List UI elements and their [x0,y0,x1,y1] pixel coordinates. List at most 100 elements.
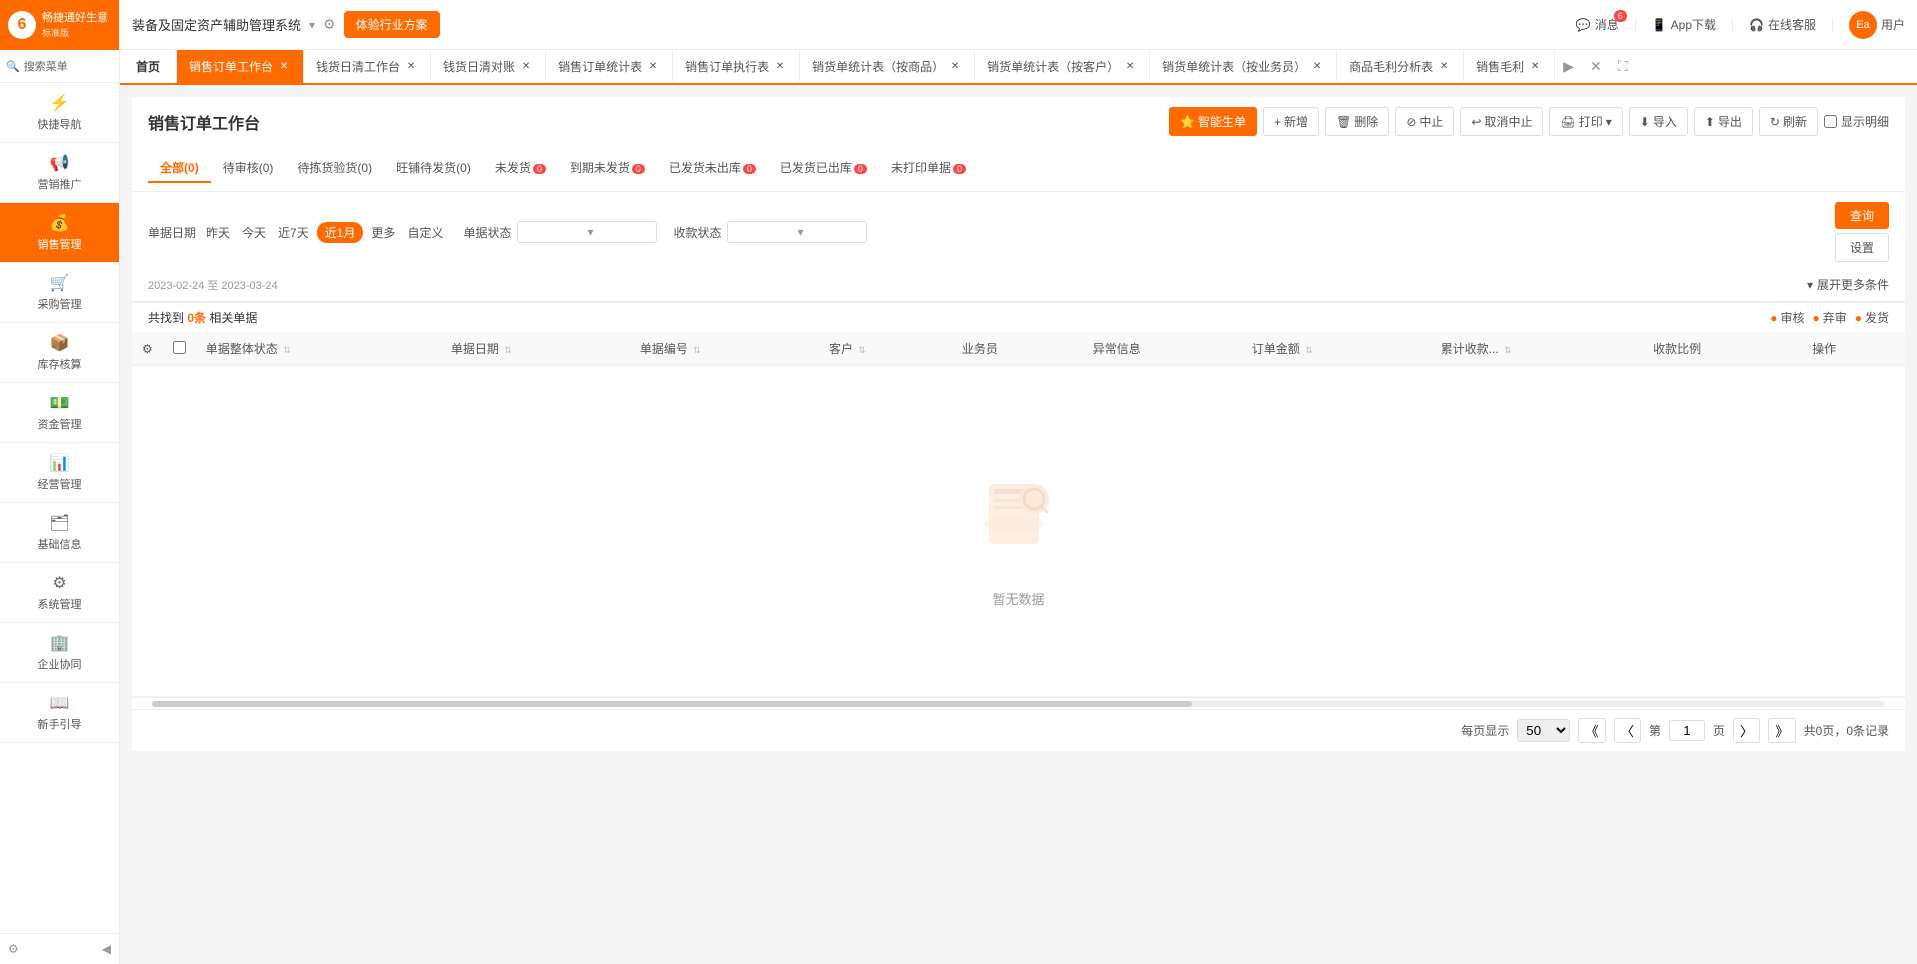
sidebar-item-marketing[interactable]: 📢 营销推广 [0,143,119,203]
show-detail-checkbox[interactable]: 显示明细 [1824,113,1889,130]
date-today[interactable]: 今天 [238,222,270,243]
filter-tab-pending-check[interactable]: 待拣货验货(0) [285,154,384,183]
unreviewed-action[interactable]: ● 弃审 [1812,309,1846,326]
tab-cash-reconcile[interactable]: 钱货日清对账 ✕ [431,50,546,83]
tab-close-icon[interactable]: ✕ [404,60,418,74]
import-button[interactable]: ⬇ 导入 [1629,107,1688,136]
tab-close-icon[interactable]: ✕ [1310,60,1324,74]
date-7days[interactable]: 近7天 [274,222,313,243]
tab-sales-summary-customer[interactable]: 销货单统计表（按客户） ✕ [975,50,1150,83]
sidebar-item-finance[interactable]: 💵 资金管理 [0,383,119,443]
settings-button[interactable]: 设置 [1835,233,1889,262]
col-checkbox[interactable] [163,332,196,366]
top-bar-left: 装备及固定资产辅助管理系统 ▾ ⚙ 体验行业方案 [132,11,440,38]
tab-close-icon[interactable]: ✕ [646,60,660,74]
col-collected[interactable]: 累计收款... ⇅ [1431,332,1643,366]
tab-close-icon[interactable]: ✕ [948,60,962,74]
sidebar-item-quick-nav[interactable]: ⚡ 快捷导航 [0,83,119,143]
sidebar-item-system[interactable]: ⚙ 系统管理 [0,563,119,623]
dropdown-arrow[interactable]: ▾ [309,18,315,32]
tab-sales-workbench[interactable]: 销售订单工作台 ✕ [177,50,304,83]
next-page-button[interactable]: 〉 [1733,718,1760,743]
first-page-button[interactable]: 《 [1578,718,1605,743]
date-yesterday[interactable]: 昨天 [202,222,234,243]
date-expand-bar: 2023-02-24 至 2023-03-24 ▾ 展开更多条件 [132,272,1905,302]
ship-action[interactable]: ● 发货 [1855,309,1889,326]
tab-close-icon[interactable]: ✕ [277,60,291,74]
prev-page-button[interactable]: 〈 [1614,718,1641,743]
top-bar-right: 💬 消息 6 📱 App下载 🎧 在线客服 Ea 用户 [1576,11,1905,39]
payment-select[interactable]: ▾ [727,221,867,243]
tab-sales-more[interactable]: 销售毛利 ✕ [1464,50,1555,83]
show-detail-input[interactable] [1824,115,1837,128]
search-menu[interactable]: 🔍 搜索菜单 [0,50,119,83]
date-1month[interactable]: 近1月 [317,222,364,243]
tab-pin-button[interactable]: ✕ [1582,50,1610,83]
page-size-select[interactable]: 50 10 20 100 [1517,719,1570,742]
col-customer[interactable]: 客户 ⇅ [819,332,952,366]
tab-more-button[interactable]: ▶ [1555,50,1582,83]
filter-tab-label: 已发货未出库 [669,161,741,175]
cancel-stop-button[interactable]: ↩ 取消中止 [1460,107,1543,136]
tab-sales-stats[interactable]: 销售订单统计表 ✕ [546,50,673,83]
sidebar-item-guide[interactable]: 📖 新手引导 [0,683,119,743]
col-amount[interactable]: 订单金额 ⇅ [1242,332,1431,366]
page-input[interactable] [1669,720,1705,741]
sidebar-item-sales[interactable]: 💰 销售管理 [0,203,119,263]
col-number[interactable]: 单据编号 ⇅ [630,332,819,366]
last-page-button[interactable]: 》 [1768,718,1795,743]
tab-sales-exec[interactable]: 销售订单执行表 ✕ [673,50,800,83]
col-status[interactable]: 单据整体状态 ⇅ [196,332,441,366]
date-more[interactable]: 更多 [367,222,399,243]
scrollbar-thumb[interactable] [152,701,1192,707]
tab-expand-button[interactable]: ⛶ [1610,50,1636,83]
add-button[interactable]: + 新增 [1263,107,1319,136]
review-action[interactable]: ● 审核 [1770,309,1804,326]
sidebar-item-business[interactable]: 📊 经营管理 [0,443,119,503]
tab-close-icon[interactable]: ✕ [773,60,787,74]
sidebar-item-inventory[interactable]: 📦 库存核算 [0,323,119,383]
export-button[interactable]: ⬆ 导出 [1694,107,1753,136]
filter-tab-all[interactable]: 全部(0) [148,154,211,183]
tab-close-icon[interactable]: ✕ [1437,60,1451,74]
tab-home[interactable]: 首页 [120,50,177,83]
filter-tab-pending-review[interactable]: 待审核(0) [211,154,286,183]
settings-icon[interactable]: ⚙ [8,942,19,956]
settings-icon[interactable]: ⚙ [323,16,336,33]
tab-cash-daily[interactable]: 钱货日清工作台 ✕ [304,50,431,83]
select-all-checkbox[interactable] [173,341,186,354]
tab-product-margin[interactable]: 商品毛利分析表 ✕ [1337,50,1464,83]
tab-sales-summary-product[interactable]: 销货单统计表（按商品） ✕ [800,50,975,83]
tab-close-icon[interactable]: ✕ [519,60,533,74]
query-button[interactable]: 查询 [1835,202,1889,229]
refresh-button[interactable]: ↻ 刷新 [1759,107,1818,136]
horizontal-scrollbar[interactable] [132,697,1905,709]
sidebar-item-purchase[interactable]: 🛒 采购管理 [0,263,119,323]
filter-tab-shipped-not-out[interactable]: 已发货未出库0 [657,154,768,183]
collapse-icon[interactable]: ◀ [102,942,111,956]
print-button[interactable]: 🖨 打印 ▾ [1549,107,1622,136]
filter-tab-not-shipped[interactable]: 未发货0 [483,154,558,183]
tab-close-icon[interactable]: ✕ [1528,60,1542,74]
expand-button[interactable]: ▾ 展开更多条件 [1807,276,1889,293]
date-custom[interactable]: 自定义 [403,222,447,243]
filter-tab-wangpu[interactable]: 旺铺待发货(0) [384,154,483,183]
message-button[interactable]: 💬 消息 6 [1576,16,1619,33]
tab-sales-summary-staff[interactable]: 销货单统计表（按业务员） ✕ [1150,50,1337,83]
online-service-button[interactable]: 🎧 在线客服 [1749,16,1816,33]
col-settings[interactable]: ⚙ [132,332,163,366]
status-select[interactable]: ▾ [517,221,657,243]
stop-button[interactable]: ⊘ 中止 [1395,107,1454,136]
trial-button[interactable]: 体验行业方案 [344,11,440,38]
sidebar-item-basic[interactable]: 🗂 基础信息 [0,503,119,563]
col-date[interactable]: 单据日期 ⇅ [441,332,630,366]
filter-tab-not-printed[interactable]: 未打印单据0 [879,154,978,183]
smart-create-button[interactable]: ⭐ 智能生单 [1169,107,1257,136]
delete-button[interactable]: 🗑 删除 [1325,107,1389,136]
filter-tab-shipped-out[interactable]: 已发货已出库0 [768,154,879,183]
user-button[interactable]: Ea 用户 [1849,11,1905,39]
app-download-button[interactable]: 📱 App下载 [1652,16,1716,33]
sidebar-item-enterprise[interactable]: 🏢 企业协同 [0,623,119,683]
tab-close-icon[interactable]: ✕ [1123,60,1137,74]
filter-tab-expired[interactable]: 到期未发货0 [558,154,657,183]
